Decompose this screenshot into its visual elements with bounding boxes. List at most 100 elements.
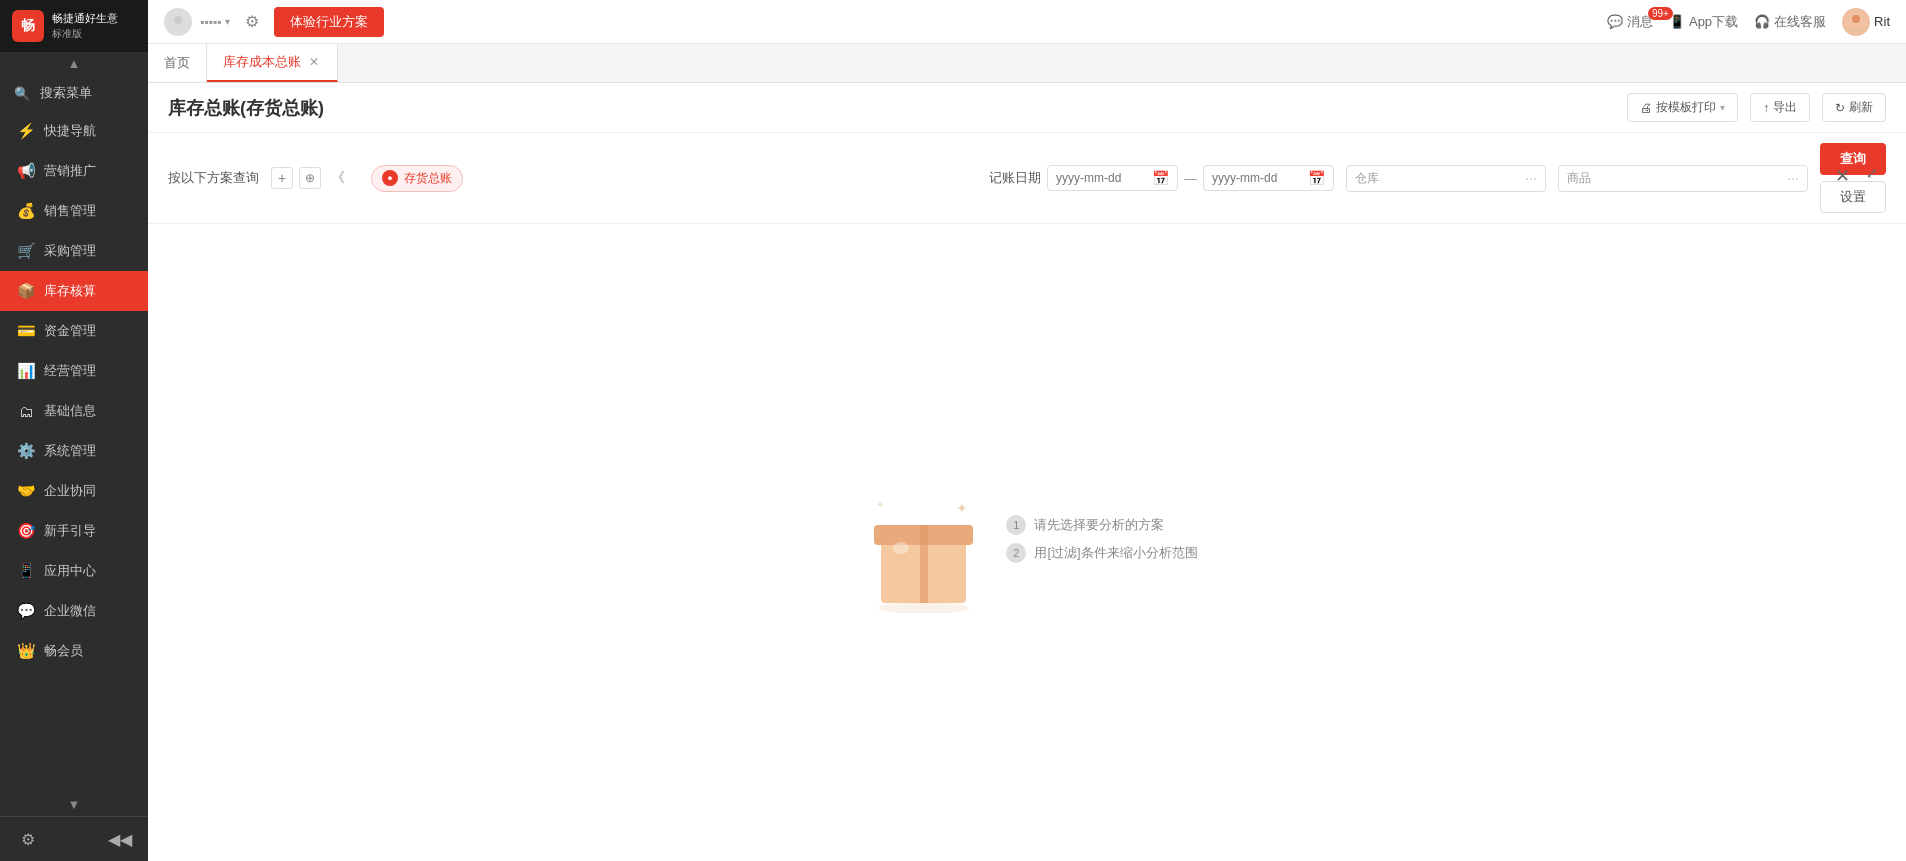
user-avatar xyxy=(1842,8,1870,36)
filter-area: 按以下方案查询 + ⊕ 《 ● 存货总账 记账日期 📅 xyxy=(148,133,1906,224)
sidebar-item-operation[interactable]: 📊 经营管理 xyxy=(0,351,148,391)
sidebar-scroll-down[interactable]: ▼ xyxy=(0,793,148,816)
print-btn[interactable]: 🖨 按模板打印 ▾ xyxy=(1627,93,1738,122)
filter-settings-btn[interactable]: ⊕ xyxy=(299,167,321,189)
wecom-icon: 💬 xyxy=(16,601,36,621)
hint-number-1: 1 xyxy=(1006,515,1026,535)
warehouse-filter[interactable]: 仓库 ··· xyxy=(1346,165,1546,192)
sidebar-item-wecom[interactable]: 💬 企业微信 xyxy=(0,591,148,631)
sidebar-item-enterprise[interactable]: 🤝 企业协同 xyxy=(0,471,148,511)
product-filter[interactable]: 商品 ··· xyxy=(1558,165,1808,192)
sidebar-item-basic[interactable]: 🗂 基础信息 xyxy=(0,391,148,431)
hint-item-2: 2 用[过滤]条件来缩小分析范围 xyxy=(1006,543,1197,563)
topbar-avatar xyxy=(164,8,192,36)
message-icon: 💬 xyxy=(1607,14,1623,29)
collapse-icon[interactable]: ◀◀ xyxy=(108,827,132,851)
tab-home[interactable]: 首页 xyxy=(148,44,207,82)
basic-icon: 🗂 xyxy=(16,401,36,421)
page-header: 库存总账(存货总账) 🖨 按模板打印 ▾ ↑ 导出 ↻ 刷新 xyxy=(148,83,1906,133)
warehouse-label: 仓库 xyxy=(1355,170,1379,187)
hint-text-2: 用[过滤]条件来缩小分析范围 xyxy=(1034,544,1197,562)
message-badge: 99+ xyxy=(1648,7,1673,20)
sidebar-item-inventory[interactable]: 📦 库存核算 xyxy=(0,271,148,311)
sidebar-nav: 🔍 搜索菜单 ⚡ 快捷导航 📢 营销推广 💰 销售管理 🛒 采购管理 📦 库存核… xyxy=(0,75,148,793)
svg-rect-4 xyxy=(920,525,928,603)
inventory-icon: 📦 xyxy=(16,281,36,301)
sidebar-item-marketing[interactable]: 📢 营销推广 xyxy=(0,151,148,191)
svg-point-5 xyxy=(893,542,909,554)
sidebar-item-search[interactable]: 🔍 搜索菜单 xyxy=(0,75,148,111)
svg-text:✦: ✦ xyxy=(876,499,884,510)
page-header-actions: 🖨 按模板打印 ▾ ↑ 导出 ↻ 刷新 xyxy=(1627,93,1886,122)
hint-item-1: 1 请先选择要分析的方案 xyxy=(1006,515,1197,535)
sidebar-item-system[interactable]: ⚙️ 系统管理 xyxy=(0,431,148,471)
hint-text-1: 请先选择要分析的方案 xyxy=(1034,516,1164,534)
date-separator: — xyxy=(1184,171,1197,186)
print-icon: 🖨 xyxy=(1640,101,1652,115)
system-icon: ⚙️ xyxy=(16,441,36,461)
industry-btn[interactable]: 体验行业方案 xyxy=(274,7,384,37)
sidebar: 畅 畅捷通好生意 标准版 ▲ 🔍 搜索菜单 ⚡ 快捷导航 📢 营销推广 💰 销售… xyxy=(0,0,148,861)
tab-inventory-cost[interactable]: 库存成本总账 ✕ xyxy=(207,44,338,82)
calendar-end-icon[interactable]: 📅 xyxy=(1308,170,1325,186)
user-name: Rit xyxy=(1874,14,1890,29)
app-logo: 畅 畅捷通好生意 标准版 xyxy=(0,0,148,52)
sidebar-item-sales[interactable]: 💰 销售管理 xyxy=(0,191,148,231)
date-end-input[interactable]: 📅 xyxy=(1203,165,1334,191)
headset-icon: 🎧 xyxy=(1754,14,1770,29)
app-center-icon: 📱 xyxy=(16,561,36,581)
sidebar-bottom: ⚙ ◀◀ xyxy=(0,816,148,861)
sidebar-item-finance[interactable]: 💳 资金管理 xyxy=(0,311,148,351)
date-label: 记账日期 xyxy=(989,169,1041,187)
filter-settings-btn2[interactable]: 设置 xyxy=(1820,181,1886,213)
filter-collapse-btn[interactable]: 《 xyxy=(327,167,349,189)
topbar-chevron-icon: ▾ xyxy=(225,16,230,27)
topbar-right: 💬 消息 99+ 📱 App下载 🎧 在线客服 Rit xyxy=(1607,8,1890,36)
online-support-btn[interactable]: 🎧 在线客服 xyxy=(1754,13,1826,31)
filter-scheme[interactable]: ● 存货总账 xyxy=(371,165,463,192)
quick-nav-icon: ⚡ xyxy=(16,121,36,141)
sidebar-item-purchase[interactable]: 🛒 采购管理 xyxy=(0,231,148,271)
filter-add-btn[interactable]: + xyxy=(271,167,293,189)
sidebar-item-newbie[interactable]: 🎯 新手引导 xyxy=(0,511,148,551)
app-download-btn[interactable]: 📱 App下载 xyxy=(1669,13,1738,31)
page-content: ✕ ⤢ 库存总账(存货总账) 🖨 按模板打印 ▾ ↑ 导出 ↻ 刷新 xyxy=(148,83,1906,861)
search-icon: 🔍 xyxy=(12,83,32,103)
refresh-btn[interactable]: ↻ 刷新 xyxy=(1822,93,1886,122)
tabs-bar: 首页 库存成本总账 ✕ xyxy=(148,44,1906,83)
print-dropdown-icon[interactable]: ▾ xyxy=(1720,102,1725,113)
filter-actions: + ⊕ 《 xyxy=(271,167,349,189)
hint-number-2: 2 xyxy=(1006,543,1026,563)
topbar-dropdown[interactable]: ▪▪▪▪▪ ▾ xyxy=(200,15,230,29)
sidebar-item-member[interactable]: 👑 畅会员 xyxy=(0,631,148,671)
tab-close-icon[interactable]: ✕ xyxy=(307,55,321,69)
sidebar-scroll-up[interactable]: ▲ xyxy=(0,52,148,75)
filter-scheme-label: 按以下方案查询 xyxy=(168,169,259,187)
refresh-icon: ↻ xyxy=(1835,101,1845,115)
export-btn[interactable]: ↑ 导出 xyxy=(1750,93,1810,122)
settings-icon[interactable]: ⚙ xyxy=(16,827,40,851)
panel-close-btn[interactable]: ✕ xyxy=(1835,165,1850,187)
panel-resize-btn[interactable]: ⤢ xyxy=(1866,165,1878,181)
empty-state: ✦ ✦ 1 请先选择要分析的方案 2 用[过滤]条件来缩小分析范围 xyxy=(148,224,1906,861)
empty-text: 1 请先选择要分析的方案 2 用[过滤]条件来缩小分析范围 xyxy=(1006,515,1197,571)
empty-illustration: ✦ ✦ xyxy=(856,483,976,603)
product-more-icon[interactable]: ··· xyxy=(1787,170,1799,186)
export-icon: ↑ xyxy=(1763,101,1769,115)
svg-point-0 xyxy=(174,16,182,24)
sidebar-item-app-center[interactable]: 📱 应用中心 xyxy=(0,551,148,591)
sidebar-item-quick-nav[interactable]: ⚡ 快捷导航 xyxy=(0,111,148,151)
scheme-icon: ● xyxy=(382,170,398,186)
message-btn[interactable]: 💬 消息 99+ xyxy=(1607,13,1653,31)
calendar-start-icon[interactable]: 📅 xyxy=(1152,170,1169,186)
date-start-input[interactable]: 📅 xyxy=(1047,165,1178,191)
purchase-icon: 🛒 xyxy=(16,241,36,261)
user-profile[interactable]: Rit xyxy=(1842,8,1890,36)
date-filter: 记账日期 📅 — 📅 xyxy=(989,165,1334,191)
date-end-field[interactable] xyxy=(1212,171,1302,185)
operation-icon: 📊 xyxy=(16,361,36,381)
marketing-icon: 📢 xyxy=(16,161,36,181)
date-start-field[interactable] xyxy=(1056,171,1146,185)
warehouse-more-icon[interactable]: ··· xyxy=(1525,170,1537,186)
topbar-settings-icon[interactable]: ⚙ xyxy=(238,8,266,36)
